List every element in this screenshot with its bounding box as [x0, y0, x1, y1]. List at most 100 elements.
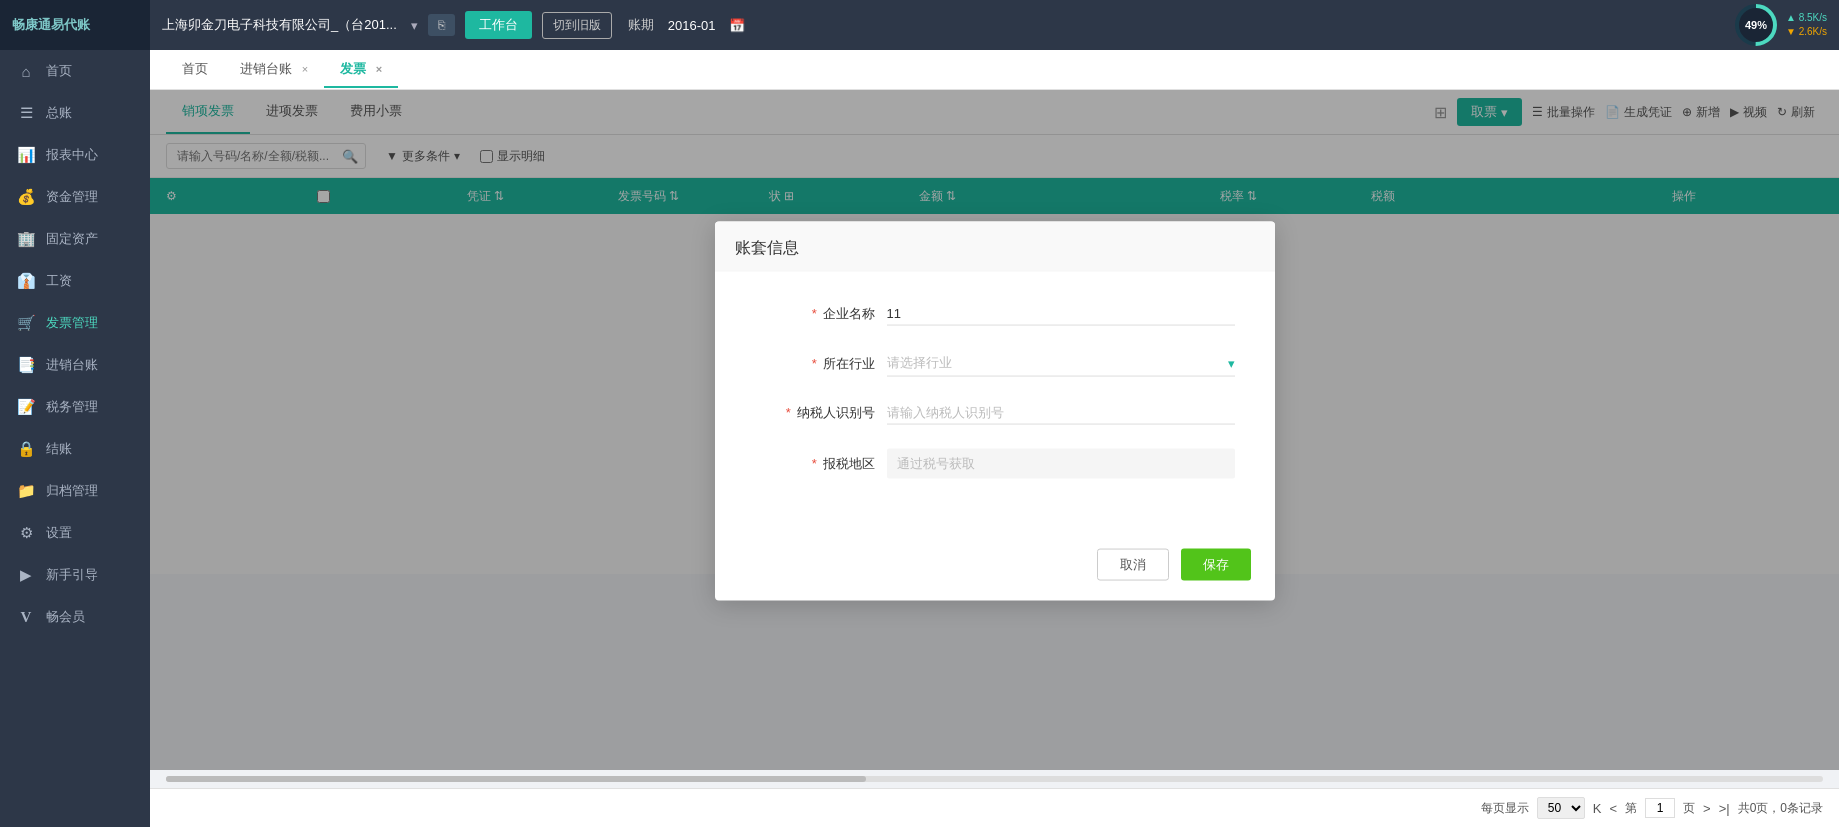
sidebar-item-label: 归档管理 — [46, 482, 98, 500]
network-circle: 49% — [1734, 3, 1778, 47]
sidebar-item-label: 报表中心 — [46, 146, 98, 164]
settings-icon: ⚙ — [16, 524, 36, 542]
sidebar-item-label: 结账 — [46, 440, 72, 458]
network-percent: 49% — [1745, 19, 1767, 31]
dialog-footer: 取消 保存 — [715, 533, 1275, 601]
period-label: 账期 — [628, 16, 654, 34]
assets-icon: 🏢 — [16, 230, 36, 248]
company-dropdown-icon[interactable]: ▾ — [411, 18, 418, 33]
page-size-select[interactable]: 50 — [1537, 797, 1585, 819]
home-icon: ⌂ — [16, 63, 36, 80]
sidebar-item-invoice[interactable]: 🛒 发票管理 — [0, 302, 150, 344]
page-number-input[interactable] — [1645, 798, 1675, 818]
sidebar-item-assets[interactable]: 🏢 固定资产 — [0, 218, 150, 260]
sidebar-item-ledger[interactable]: ☰ 总账 — [0, 92, 150, 134]
speed-info: ▲ 8.5K/s ▼ 2.6K/s — [1786, 11, 1827, 39]
archive-icon: 📁 — [16, 482, 36, 500]
total-label: 共0页，0条记录 — [1738, 800, 1823, 817]
tab-invoice[interactable]: 发票 × — [324, 52, 398, 88]
tax-region-field: 通过税号获取 — [887, 449, 1235, 479]
sidebar-item-label: 首页 — [46, 62, 72, 80]
scroll-thumb[interactable] — [166, 776, 866, 782]
main-content: 上海卯金刀电子科技有限公司_（台201... ▾ ⎘ 工作台 切到旧版 账期 2… — [150, 0, 1839, 827]
sidebar-item-label: 固定资产 — [46, 230, 98, 248]
tax-id-input[interactable] — [887, 401, 1235, 425]
sidebar-item-member[interactable]: V 畅会员 — [0, 596, 150, 638]
sidebar-item-label: 设置 — [46, 524, 72, 542]
sidebar-item-close[interactable]: 🔒 结账 — [0, 428, 150, 470]
sidebar-item-archive[interactable]: 📁 归档管理 — [0, 470, 150, 512]
scroll-area — [150, 770, 1839, 788]
guide-icon: ▶ — [16, 566, 36, 584]
sidebar-item-guide[interactable]: ▶ 新手引导 — [0, 554, 150, 596]
dialog-body: * 企业名称 * 所在行业 请选择行业 ▾ — [715, 272, 1275, 533]
logo-text: 畅康通易代账 — [12, 16, 90, 34]
scroll-track — [166, 776, 1823, 782]
period-value: 2016-01 — [668, 18, 716, 33]
purchase-ledger-icon: 📑 — [16, 356, 36, 374]
next-page-button[interactable]: > — [1703, 801, 1711, 816]
industry-row: * 所在行业 请选择行业 ▾ — [755, 350, 1235, 377]
tax-region-label: * 报税地区 — [755, 455, 875, 473]
pagination-bar: 每页显示 50 K < 第 页 > >| 共0页，0条记录 — [150, 788, 1839, 827]
salary-icon: 👔 — [16, 272, 36, 290]
prev-page-button[interactable]: < — [1609, 801, 1617, 816]
industry-select[interactable]: 请选择行业 ▾ — [887, 350, 1235, 377]
sidebar-item-label: 税务管理 — [46, 398, 98, 416]
sidebar-item-label: 工资 — [46, 272, 72, 290]
upload-speed: ▲ 8.5K/s — [1786, 11, 1827, 25]
sidebar-item-label: 畅会员 — [46, 608, 85, 626]
sidebar-item-label: 发票管理 — [46, 314, 98, 332]
tax-region-row: * 报税地区 通过税号获取 — [755, 449, 1235, 479]
network-status: 49% ▲ 8.5K/s ▼ 2.6K/s — [1734, 3, 1827, 47]
workbench-button[interactable]: 工作台 — [465, 11, 532, 39]
tabs-bar: 首页 进销台账 × 发票 × — [150, 50, 1839, 90]
old-version-button[interactable]: 切到旧版 — [542, 12, 612, 39]
dialog-title: 账套信息 — [735, 239, 799, 256]
sidebar: 畅康通易代账 ⌂ 首页 ☰ 总账 📊 报表中心 💰 资金管理 🏢 固定资产 👔 … — [0, 0, 150, 827]
dialog-header: 账套信息 — [715, 222, 1275, 272]
tab-purchase-close[interactable]: × — [302, 63, 308, 75]
ledger-icon: ☰ — [16, 104, 36, 122]
invoice-icon: 🛒 — [16, 314, 36, 332]
first-page-button[interactable]: K — [1593, 801, 1602, 816]
industry-dropdown-icon: ▾ — [1228, 355, 1235, 370]
tax-id-label: * 纳税人识别号 — [755, 404, 875, 422]
tab-home[interactable]: 首页 — [166, 52, 224, 88]
tab-purchase[interactable]: 进销台账 × — [224, 52, 324, 88]
logo: 畅康通易代账 — [0, 0, 150, 50]
sidebar-item-funds[interactable]: 💰 资金管理 — [0, 176, 150, 218]
cancel-button[interactable]: 取消 — [1097, 549, 1169, 581]
company-name-row: * 企业名称 — [755, 302, 1235, 326]
sidebar-item-tax[interactable]: 📝 税务管理 — [0, 386, 150, 428]
tax-region-placeholder: 通过税号获取 — [897, 456, 975, 471]
industry-label: * 所在行业 — [755, 354, 875, 372]
sidebar-item-home[interactable]: ⌂ 首页 — [0, 50, 150, 92]
account-info-dialog: 账套信息 * 企业名称 * 所在行业 — [715, 222, 1275, 601]
company-name: 上海卯金刀电子科技有限公司_（台201... — [162, 16, 397, 34]
sidebar-item-salary[interactable]: 👔 工资 — [0, 260, 150, 302]
last-page-button[interactable]: >| — [1719, 801, 1730, 816]
company-name-input[interactable] — [887, 302, 1235, 326]
sidebar-item-label: 资金管理 — [46, 188, 98, 206]
content-area: 销项发票 进项发票 费用小票 ⊞ 取票 ▾ — [150, 90, 1839, 770]
copy-button[interactable]: ⎘ — [428, 14, 455, 36]
sidebar-item-label: 新手引导 — [46, 566, 98, 584]
download-speed: ▼ 2.6K/s — [1786, 25, 1827, 39]
topbar: 上海卯金刀电子科技有限公司_（台201... ▾ ⎘ 工作台 切到旧版 账期 2… — [150, 0, 1839, 50]
company-name-label: * 企业名称 — [755, 305, 875, 323]
funds-icon: 💰 — [16, 188, 36, 206]
save-button[interactable]: 保存 — [1181, 549, 1251, 581]
close-account-icon: 🔒 — [16, 440, 36, 458]
current-page-label: 第 — [1625, 800, 1637, 817]
page-suffix-label: 页 — [1683, 800, 1695, 817]
industry-placeholder: 请选择行业 — [887, 354, 952, 372]
reports-icon: 📊 — [16, 146, 36, 164]
sidebar-item-label: 总账 — [46, 104, 72, 122]
sidebar-item-settings[interactable]: ⚙ 设置 — [0, 512, 150, 554]
sidebar-item-purchase-ledger[interactable]: 📑 进销台账 — [0, 344, 150, 386]
sidebar-item-reports[interactable]: 📊 报表中心 — [0, 134, 150, 176]
tab-invoice-close[interactable]: × — [376, 63, 382, 75]
calendar-icon[interactable]: 📅 — [729, 18, 745, 33]
page-size-label: 每页显示 — [1481, 800, 1529, 817]
